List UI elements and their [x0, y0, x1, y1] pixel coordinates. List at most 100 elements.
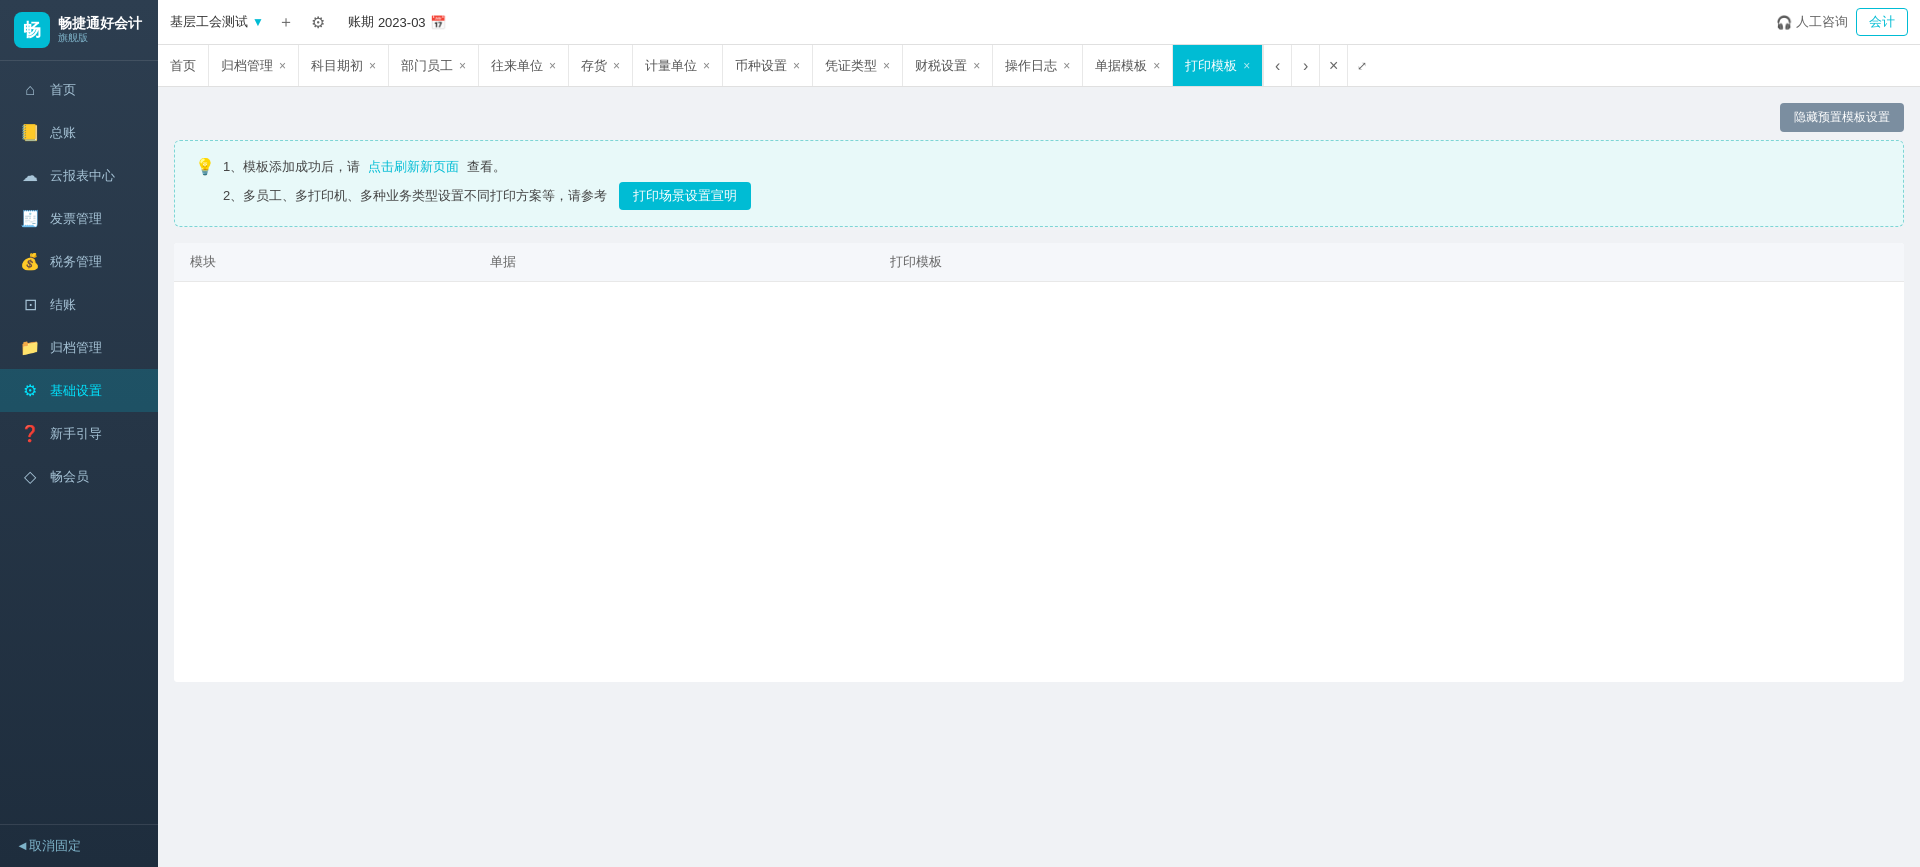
- tab-operation-log-label: 操作日志: [1005, 57, 1057, 75]
- main-content: 隐藏预置模板设置 💡 1、模板添加成功后，请点击刷新新页面查看。 2、多员工、多…: [158, 87, 1920, 867]
- tab-close-all[interactable]: ×: [1319, 45, 1347, 87]
- sidebar-footer-label: ◄取消固定: [16, 837, 81, 855]
- sidebar-logo: 畅 畅捷通好会计 旗舰版: [0, 0, 158, 61]
- tab-nav-prev[interactable]: ‹: [1263, 45, 1291, 87]
- topbar-actions: ＋ ⚙: [272, 8, 332, 36]
- tab-operation-log-close[interactable]: ×: [1063, 59, 1070, 73]
- calendar-icon[interactable]: 📅: [430, 15, 446, 30]
- tab-partner-close[interactable]: ×: [549, 59, 556, 73]
- tabs-bar: 首页 归档管理 × 科目期初 × 部门员工 × 往来单位 × 存货 × 计量单位…: [158, 45, 1920, 87]
- service-label: 人工咨询: [1796, 13, 1848, 31]
- account-button[interactable]: 会计: [1856, 8, 1908, 36]
- tab-archive-mgmt[interactable]: 归档管理 ×: [209, 45, 299, 87]
- tab-voucher-type-label: 凭证类型: [825, 57, 877, 75]
- sidebar-item-guide[interactable]: ❓ 新手引导: [0, 412, 158, 455]
- table-col-document: 单据: [490, 253, 890, 271]
- sidebar-label-guide: 新手引导: [50, 425, 102, 443]
- table-header: 模块 单据 打印模板: [174, 243, 1904, 282]
- tab-expand[interactable]: ⤢: [1347, 45, 1375, 87]
- sidebar-item-tax[interactable]: 💰 税务管理: [0, 240, 158, 283]
- company-selector[interactable]: 基层工会测试 ▼: [170, 13, 264, 31]
- tab-partner[interactable]: 往来单位 ×: [479, 45, 569, 87]
- table-col-print-template: 打印模板: [890, 253, 1888, 271]
- notice-line2-pre: 2、多员工、多打印机、多种业务类型设置不同打印方案等，请参考: [223, 187, 607, 205]
- refresh-link[interactable]: 点击刷新新页面: [368, 158, 459, 176]
- sidebar-label-archive: 归档管理: [50, 339, 102, 357]
- sidebar-label-reports: 云报表中心: [50, 167, 115, 185]
- tab-archive-mgmt-close[interactable]: ×: [279, 59, 286, 73]
- topbar: 基层工会测试 ▼ ＋ ⚙ 账期 2023-03 📅 🎧 人工咨询 会计: [158, 0, 1920, 45]
- tab-currency-close[interactable]: ×: [793, 59, 800, 73]
- tab-archive-mgmt-label: 归档管理: [221, 57, 273, 75]
- hide-preview-button[interactable]: 隐藏预置模板设置: [1780, 103, 1904, 132]
- archive-icon: 📁: [20, 338, 40, 357]
- print-scene-button[interactable]: 打印场景设置宣明: [619, 182, 751, 210]
- tab-measure-unit[interactable]: 计量单位 ×: [633, 45, 723, 87]
- tab-inventory[interactable]: 存货 ×: [569, 45, 633, 87]
- tab-voucher-type[interactable]: 凭证类型 ×: [813, 45, 903, 87]
- notice-line-2: 2、多员工、多打印机、多种业务类型设置不同打印方案等，请参考 打印场景设置宣明: [195, 182, 1883, 210]
- tax-icon: 💰: [20, 252, 40, 271]
- tab-measure-unit-close[interactable]: ×: [703, 59, 710, 73]
- tab-subject-init-close[interactable]: ×: [369, 59, 376, 73]
- logo-text-block: 畅捷通好会计 旗舰版: [58, 15, 142, 46]
- invoice-icon: 🧾: [20, 209, 40, 228]
- tab-currency-label: 币种设置: [735, 57, 787, 75]
- sidebar-unpin-button[interactable]: ◄取消固定: [0, 824, 158, 867]
- sidebar-item-home[interactable]: ⌂ 首页: [0, 69, 158, 111]
- topbar-right: 🎧 人工咨询 会计: [1776, 8, 1908, 36]
- table-body: [174, 282, 1904, 682]
- sidebar-item-ledger[interactable]: 📒 总账: [0, 111, 158, 154]
- headset-icon: 🎧: [1776, 15, 1792, 30]
- ledger-icon: 📒: [20, 123, 40, 142]
- tab-dept-staff[interactable]: 部门员工 ×: [389, 45, 479, 87]
- sidebar-item-invoice[interactable]: 🧾 发票管理: [0, 197, 158, 240]
- tab-print-template-close[interactable]: ×: [1243, 59, 1250, 73]
- guide-icon: ❓: [20, 424, 40, 443]
- tab-subject-init[interactable]: 科目期初 ×: [299, 45, 389, 87]
- sidebar-label-invoice: 发票管理: [50, 210, 102, 228]
- logo-sub: 旗舰版: [58, 31, 142, 45]
- sidebar-label-settings: 基础设置: [50, 382, 102, 400]
- tab-home[interactable]: 首页: [158, 45, 209, 87]
- bulb-icon: 💡: [195, 157, 215, 176]
- sidebar-item-closing[interactable]: ⊡ 结账: [0, 283, 158, 326]
- settings-gear-button[interactable]: ⚙: [304, 8, 332, 36]
- sidebar-item-member[interactable]: ◇ 畅会员: [0, 455, 158, 498]
- service-button[interactable]: 🎧 人工咨询: [1776, 13, 1848, 31]
- company-name: 基层工会测试: [170, 13, 248, 31]
- tab-inventory-close[interactable]: ×: [613, 59, 620, 73]
- tab-nav-next[interactable]: ›: [1291, 45, 1319, 87]
- tab-single-template[interactable]: 单据模板 ×: [1083, 45, 1173, 87]
- member-icon: ◇: [20, 467, 40, 486]
- tab-single-template-label: 单据模板: [1095, 57, 1147, 75]
- sidebar-label-ledger: 总账: [50, 124, 76, 142]
- logo-icon: 畅: [14, 12, 50, 48]
- tab-tax-settings-close[interactable]: ×: [973, 59, 980, 73]
- sidebar-label-home: 首页: [50, 81, 76, 99]
- tab-currency[interactable]: 币种设置 ×: [723, 45, 813, 87]
- tab-partner-label: 往来单位: [491, 57, 543, 75]
- closing-icon: ⊡: [20, 295, 40, 314]
- sidebar-nav: ⌂ 首页 📒 总账 ☁ 云报表中心 🧾 发票管理 💰 税务管理 ⊡ 结账 📁 归…: [0, 61, 158, 824]
- sidebar-label-tax: 税务管理: [50, 253, 102, 271]
- tab-print-template-label: 打印模板: [1185, 57, 1237, 75]
- tab-print-template[interactable]: 打印模板 ×: [1173, 45, 1263, 87]
- notice-line1-pre: 1、模板添加成功后，请: [223, 158, 360, 176]
- notice-banner: 💡 1、模板添加成功后，请点击刷新新页面查看。 2、多员工、多打印机、多种业务类…: [174, 140, 1904, 227]
- period-info: 账期 2023-03 📅: [348, 13, 446, 31]
- reports-icon: ☁: [20, 166, 40, 185]
- sidebar-item-settings[interactable]: ⚙ 基础设置: [0, 369, 158, 412]
- sidebar: 畅 畅捷通好会计 旗舰版 ⌂ 首页 📒 总账 ☁ 云报表中心 🧾 发票管理 💰 …: [0, 0, 158, 867]
- tab-inventory-label: 存货: [581, 57, 607, 75]
- tab-dept-staff-label: 部门员工: [401, 57, 453, 75]
- tab-tax-settings[interactable]: 财税设置 ×: [903, 45, 993, 87]
- add-tab-button[interactable]: ＋: [272, 8, 300, 36]
- tab-operation-log[interactable]: 操作日志 ×: [993, 45, 1083, 87]
- sidebar-item-archive[interactable]: 📁 归档管理: [0, 326, 158, 369]
- tab-dept-staff-close[interactable]: ×: [459, 59, 466, 73]
- tab-subject-init-label: 科目期初: [311, 57, 363, 75]
- tab-single-template-close[interactable]: ×: [1153, 59, 1160, 73]
- sidebar-item-reports[interactable]: ☁ 云报表中心: [0, 154, 158, 197]
- tab-voucher-type-close[interactable]: ×: [883, 59, 890, 73]
